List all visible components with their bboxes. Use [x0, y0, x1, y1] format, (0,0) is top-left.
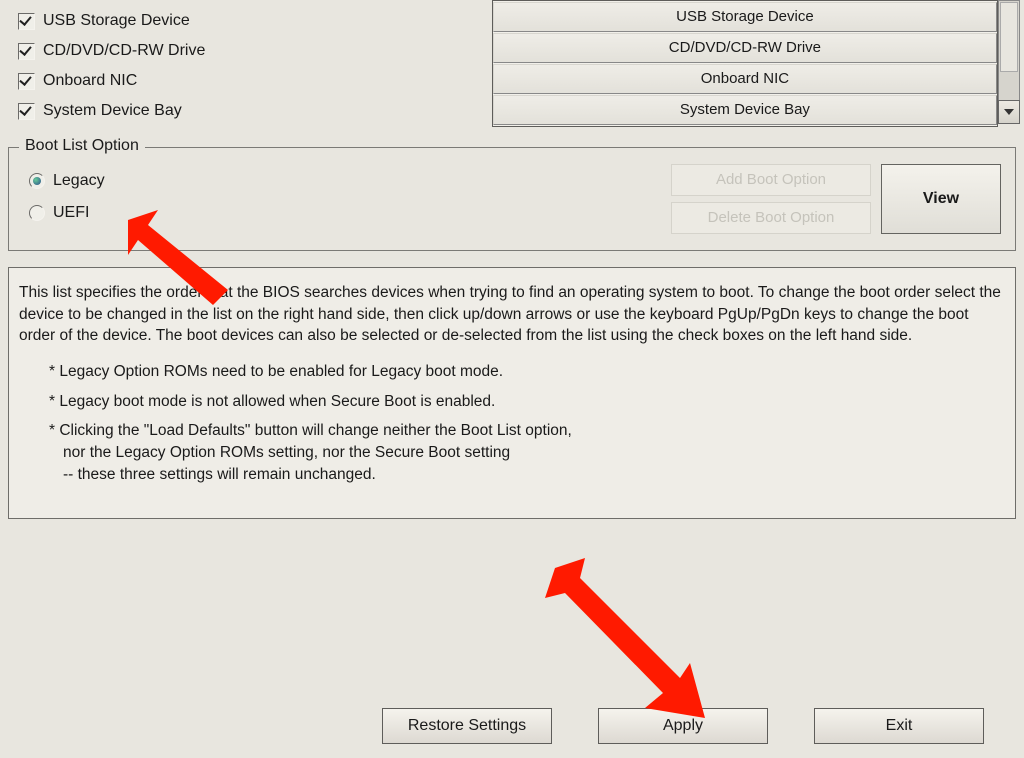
boot-order-list[interactable]: USB Storage Device CD/DVD/CD-RW Drive On…: [492, 0, 998, 127]
help-paragraph: This list specifies the order that the B…: [19, 282, 1005, 347]
boot-list-option-fieldset: Boot List Option Legacy UEFI Add Boot Op…: [8, 147, 1016, 251]
boot-device-checkbox-sysbay[interactable]: System Device Bay: [18, 96, 492, 126]
button-label: Restore Settings: [408, 717, 526, 735]
footer-button-bar: Restore Settings Apply Exit: [0, 708, 1024, 744]
view-button[interactable]: View: [881, 164, 1001, 234]
boot-device-checkbox-nic[interactable]: Onboard NIC: [18, 66, 492, 96]
help-bullet-sub: nor the Legacy Option ROMs setting, nor …: [49, 442, 1005, 464]
help-bullet: * Legacy Option ROMs need to be enabled …: [49, 361, 1005, 383]
radio-label: Legacy: [53, 172, 105, 190]
boot-order-list-container: USB Storage Device CD/DVD/CD-RW Drive On…: [492, 0, 1016, 127]
boot-order-item[interactable]: USB Storage Device: [493, 2, 997, 32]
delete-boot-option-button: Delete Boot Option: [671, 202, 871, 234]
view-button-label: View: [923, 190, 959, 208]
checkbox-label: CD/DVD/CD-RW Drive: [43, 42, 205, 60]
checkbox-icon: [18, 43, 35, 60]
add-boot-option-button: Add Boot Option: [671, 164, 871, 196]
boot-devices-section: USB Storage Device CD/DVD/CD-RW Drive On…: [0, 0, 1024, 127]
apply-button[interactable]: Apply: [598, 708, 768, 744]
help-bullets: * Legacy Option ROMs need to be enabled …: [19, 361, 1005, 485]
boot-order-item[interactable]: System Device Bay: [493, 95, 997, 125]
annotation-arrow-apply: [545, 558, 715, 728]
checkbox-icon: [18, 103, 35, 120]
boot-device-checkbox-usb[interactable]: USB Storage Device: [18, 6, 492, 36]
radio-icon: [29, 205, 45, 221]
button-label: Exit: [886, 717, 913, 735]
radio-label: UEFI: [53, 204, 89, 222]
checkbox-label: USB Storage Device: [43, 12, 190, 30]
boot-list-action-buttons: Add Boot Option Delete Boot Option View: [671, 164, 1001, 234]
boot-order-item[interactable]: Onboard NIC: [493, 64, 997, 94]
checkbox-label: System Device Bay: [43, 102, 182, 120]
button-label: Apply: [663, 717, 703, 735]
checkbox-label: Onboard NIC: [43, 72, 137, 90]
boot-order-item[interactable]: CD/DVD/CD-RW Drive: [493, 33, 997, 63]
help-bullet-sub: -- these three settings will remain unch…: [49, 464, 1005, 486]
help-description-panel: This list specifies the order that the B…: [8, 267, 1016, 519]
scroll-thumb[interactable]: [1000, 2, 1018, 72]
checkbox-icon: [18, 73, 35, 90]
fieldset-legend: Boot List Option: [19, 137, 145, 155]
boot-devices-checkboxes: USB Storage Device CD/DVD/CD-RW Drive On…: [8, 0, 492, 127]
scroll-down-button[interactable]: [998, 100, 1020, 124]
help-bullet: * Clicking the "Load Defaults" button wi…: [49, 420, 1005, 442]
boot-device-checkbox-cddvd[interactable]: CD/DVD/CD-RW Drive: [18, 36, 492, 66]
help-bullet: * Legacy boot mode is not allowed when S…: [49, 391, 1005, 413]
checkbox-icon: [18, 13, 35, 30]
chevron-down-icon: [1004, 109, 1014, 115]
boot-list-disabled-buttons: Add Boot Option Delete Boot Option: [671, 164, 871, 234]
exit-button[interactable]: Exit: [814, 708, 984, 744]
restore-settings-button[interactable]: Restore Settings: [382, 708, 552, 744]
radio-icon: [29, 173, 45, 189]
